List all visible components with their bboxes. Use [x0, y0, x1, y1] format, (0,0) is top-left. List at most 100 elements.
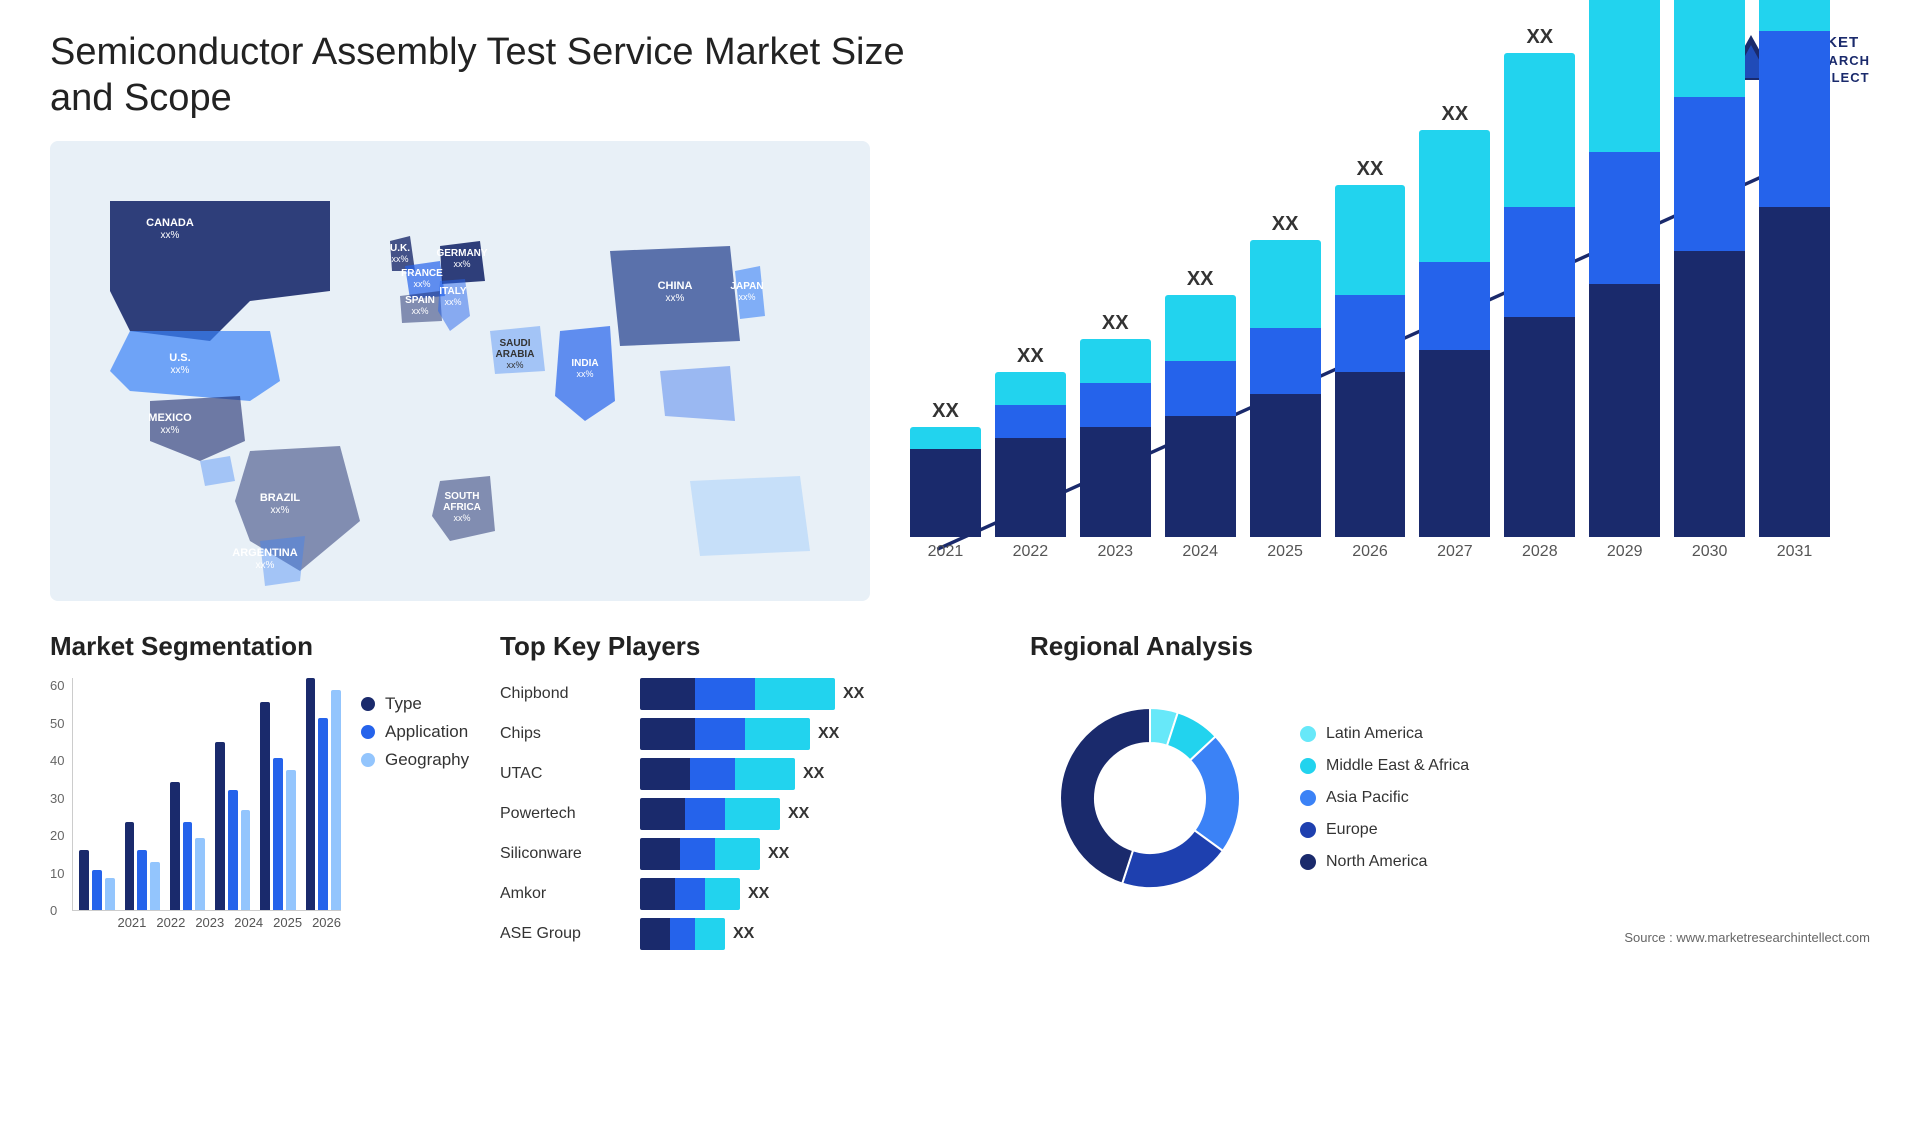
bar-segment	[1504, 317, 1575, 537]
seg-bar-group	[125, 822, 160, 910]
player-row: Amkor XX	[500, 878, 1000, 910]
bar-segment	[995, 405, 1066, 438]
segmentation-title: Market Segmentation	[50, 631, 470, 662]
svg-text:xx%: xx%	[256, 560, 275, 571]
bar-group: XX2022	[995, 345, 1066, 561]
player-bar	[640, 678, 835, 710]
bar-segment	[1080, 383, 1151, 427]
seg-bar-geo	[331, 690, 341, 910]
svg-text:AFRICA: AFRICA	[443, 502, 481, 513]
svg-text:SAUDI: SAUDI	[499, 338, 530, 349]
seg-bar-type	[79, 850, 89, 910]
player-bar-segment	[745, 718, 810, 750]
player-bar-segment	[640, 838, 680, 870]
svg-text:xx%: xx%	[411, 306, 428, 316]
player-value: XX	[748, 885, 769, 903]
regional-legend-label: Latin America	[1326, 725, 1423, 743]
regional-legend-dot	[1300, 854, 1316, 870]
svg-text:ARABIA: ARABIA	[496, 349, 535, 360]
player-bar-segment	[670, 918, 695, 950]
bar-group: XX2021	[910, 400, 981, 561]
player-name: Amkor	[500, 885, 630, 903]
seg-y-label: 0	[50, 903, 64, 918]
seg-bar-geo	[150, 862, 160, 910]
player-bar-wrap: XX	[640, 838, 1000, 870]
bar-segment	[1165, 361, 1236, 416]
bar-group: XX2028	[1504, 26, 1575, 561]
player-name: Siliconware	[500, 845, 630, 863]
legend-label: Geography	[385, 750, 469, 770]
bar-year-label: 2024	[1182, 543, 1218, 561]
bar-value-label: XX	[1017, 345, 1044, 368]
bar-stack	[1250, 240, 1321, 537]
player-bar	[640, 838, 760, 870]
bar-stack	[1419, 130, 1490, 537]
legend-label: Type	[385, 694, 422, 714]
bar-stack	[910, 427, 981, 537]
player-row: UTACXX	[500, 758, 1000, 790]
legend-dot	[361, 697, 375, 711]
page-wrapper: Semiconductor Assembly Test Service Mark…	[0, 0, 1920, 1146]
seg-bar-app	[273, 758, 283, 910]
seg-bar-geo	[105, 878, 115, 910]
bar-value-label: XX	[1187, 268, 1214, 291]
player-name: ASE Group	[500, 925, 630, 943]
player-bar-segment	[640, 918, 670, 950]
player-bar-segment	[695, 678, 755, 710]
top-section: CANADA xx% U.S. xx% MEXICO xx% BRAZIL xx…	[50, 141, 1870, 601]
player-value: XX	[843, 685, 864, 703]
bar-group: XX2025	[1250, 213, 1321, 561]
bar-stack	[1674, 0, 1745, 537]
svg-text:MEXICO: MEXICO	[148, 412, 192, 424]
svg-text:U.S.: U.S.	[169, 352, 190, 364]
player-bar-segment	[640, 678, 695, 710]
svg-text:INDIA: INDIA	[571, 358, 598, 369]
player-row: Chips XX	[500, 718, 1000, 750]
seg-bar-group	[79, 850, 114, 910]
regional-legend-dot	[1300, 790, 1316, 806]
svg-text:xx%: xx%	[161, 230, 180, 241]
svg-text:JAPAN: JAPAN	[730, 281, 763, 292]
player-bar	[640, 878, 740, 910]
bar-stack	[1589, 0, 1660, 537]
seg-bar-type	[170, 782, 180, 910]
bar-year-label: 2031	[1777, 543, 1813, 561]
player-bar-wrap: XX	[640, 758, 1000, 790]
player-value: XX	[788, 805, 809, 823]
player-bar-segment	[715, 838, 760, 870]
player-bar-segment	[640, 878, 675, 910]
bar-value-label: XX	[1357, 158, 1384, 181]
bar-chart-area: XX2021XX2022XX2023XX2024XX2025XX2026XX20…	[870, 141, 1870, 601]
bottom-section: Market Segmentation 0102030405060 202120…	[50, 631, 1870, 950]
seg-bar-type	[306, 678, 316, 910]
bar-segment	[1504, 207, 1575, 317]
player-bar-segment	[695, 918, 725, 950]
regional-title: Regional Analysis	[1030, 631, 1870, 662]
player-name: Chips	[500, 725, 630, 743]
regional-legend-dot	[1300, 822, 1316, 838]
svg-text:xx%: xx%	[738, 292, 755, 302]
player-bar-wrap: XX	[640, 718, 1000, 750]
svg-text:xx%: xx%	[444, 297, 461, 307]
bar-segment	[1335, 295, 1406, 372]
bar-segment	[1165, 295, 1236, 361]
svg-text:SOUTH: SOUTH	[445, 491, 480, 502]
bar-group: XX2027	[1419, 103, 1490, 561]
bar-stack	[1165, 295, 1236, 537]
bar-stack	[995, 372, 1066, 537]
seg-bar-geo	[241, 810, 251, 910]
bar-value-label: XX	[1272, 213, 1299, 236]
seg-bar-type	[260, 702, 270, 910]
regional-legend-label: Middle East & Africa	[1326, 757, 1469, 775]
svg-text:CANADA: CANADA	[146, 217, 194, 229]
bar-segment	[1080, 427, 1151, 537]
bar-segment	[1589, 0, 1660, 152]
seg-x-label: 2025	[273, 915, 302, 930]
bar-segment	[1419, 262, 1490, 350]
svg-text:xx%: xx%	[506, 360, 523, 370]
player-bar-segment	[640, 798, 685, 830]
bar-year-label: 2029	[1607, 543, 1643, 561]
player-name: Powertech	[500, 805, 630, 823]
seg-y-label: 20	[50, 828, 64, 843]
regional-legend-item: Asia Pacific	[1300, 789, 1469, 807]
